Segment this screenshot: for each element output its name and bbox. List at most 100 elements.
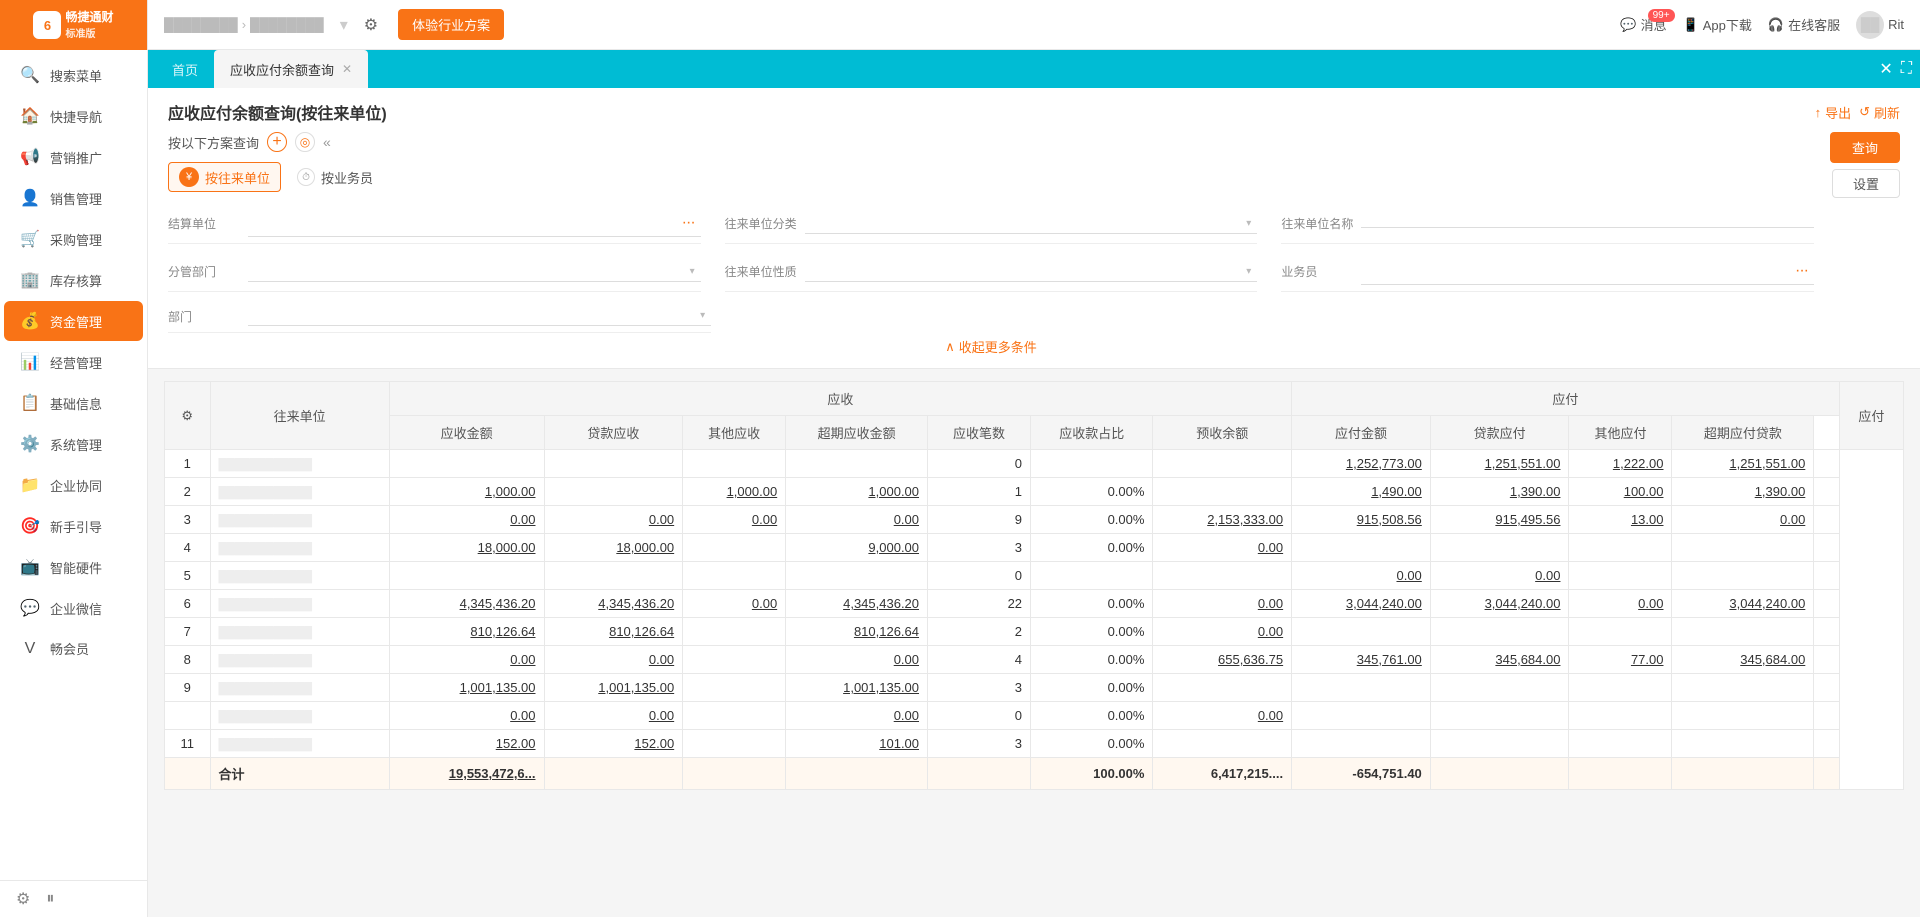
tab-close-all-icon[interactable]: ✕ bbox=[1879, 59, 1892, 79]
sidebar-item-system[interactable]: ⚙️系统管理 bbox=[4, 424, 143, 464]
row-ar_ratio[interactable]: 0.00% bbox=[1031, 618, 1153, 646]
sidebar-item-inventory[interactable]: 🏢库存核算 bbox=[4, 260, 143, 300]
row-ar_ratio[interactable]: 0.00% bbox=[1031, 506, 1153, 534]
row-ar_amount[interactable]: 0.00 bbox=[389, 506, 544, 534]
row-ap_loan[interactable]: 1,390.00 bbox=[1430, 478, 1569, 506]
row-ar_ratio[interactable]: 0.00% bbox=[1031, 646, 1153, 674]
row-ar_loan[interactable]: 18,000.00 bbox=[544, 534, 683, 562]
row-ar_loan[interactable]: 810,126.64 bbox=[544, 618, 683, 646]
sidebar-item-member[interactable]: V畅会员 bbox=[4, 629, 143, 668]
row-ar_overdue[interactable]: 1,001,135.00 bbox=[786, 674, 928, 702]
row-ar_overdue[interactable]: 4,345,436.20 bbox=[786, 590, 928, 618]
collapse-more-button[interactable]: ∧ 收起更多条件 bbox=[168, 333, 1814, 360]
row-ar_loan[interactable]: 0.00 bbox=[544, 646, 683, 674]
sidebar-item-finance[interactable]: 💰资金管理 bbox=[4, 301, 143, 341]
tab-receivable[interactable]: 应收应付余额查询 ✕ bbox=[214, 50, 368, 88]
sidebar-item-operation[interactable]: 📊经营管理 bbox=[4, 342, 143, 382]
row-prepay[interactable]: 2,153,333.00 bbox=[1153, 506, 1292, 534]
filter-input-jiesuan[interactable]: ··· bbox=[248, 210, 701, 237]
row-ar_loan[interactable]: 0.00 bbox=[544, 506, 683, 534]
setting-button[interactable]: 设置 bbox=[1832, 169, 1900, 198]
sidebar-item-quick-nav[interactable]: 🏠快捷导航 bbox=[4, 96, 143, 136]
row-ap_other[interactable]: 0.00 bbox=[1569, 590, 1672, 618]
row-ar_overdue[interactable]: 0.00 bbox=[786, 702, 928, 730]
row-ap_amount[interactable]: 915,508.56 bbox=[1292, 506, 1431, 534]
sidebar-item-wechat[interactable]: 💬企业微信 bbox=[4, 588, 143, 628]
row-prepay[interactable]: 655,636.75 bbox=[1153, 646, 1292, 674]
row-ar_ratio[interactable]: 0.00% bbox=[1031, 534, 1153, 562]
sidebar-item-basic[interactable]: 📋基础信息 bbox=[4, 383, 143, 423]
filter-scheme-button[interactable]: ◎ bbox=[295, 132, 315, 152]
row-ar_count[interactable]: 0 bbox=[928, 450, 1031, 478]
row-ap_other[interactable]: 1,222.00 bbox=[1569, 450, 1672, 478]
summary-ar-amount[interactable]: 19,553,472,6... bbox=[389, 758, 544, 790]
filter-input-dept[interactable]: ▾ bbox=[248, 262, 701, 282]
export-button[interactable]: ↑ 导出 bbox=[1815, 103, 1852, 122]
row-ar_count[interactable]: 9 bbox=[928, 506, 1031, 534]
scheme-by-salesperson[interactable]: ⏱ 按业务员 bbox=[297, 168, 373, 187]
row-ap_overdue[interactable]: 1,390.00 bbox=[1672, 478, 1814, 506]
sidebar-setting-icon[interactable]: ⚙ bbox=[16, 889, 30, 909]
row-ap_amount[interactable]: 1,490.00 bbox=[1292, 478, 1431, 506]
row-ar_amount[interactable]: 152.00 bbox=[389, 730, 544, 758]
sidebar-item-marketing[interactable]: 📢营销推广 bbox=[4, 137, 143, 177]
sidebar-item-hardware[interactable]: 📺智能硬件 bbox=[4, 547, 143, 587]
row-ar_other[interactable]: 0.00 bbox=[683, 590, 786, 618]
row-ar_overdue[interactable]: 0.00 bbox=[786, 646, 928, 674]
row-ar_overdue[interactable]: 810,126.64 bbox=[786, 618, 928, 646]
row-ar_loan[interactable]: 1,001,135.00 bbox=[544, 674, 683, 702]
sidebar-item-guide[interactable]: 🎯新手引导 bbox=[4, 506, 143, 546]
row-ar_loan[interactable]: 4,345,436.20 bbox=[544, 590, 683, 618]
row-ar_ratio[interactable]: 0.00% bbox=[1031, 674, 1153, 702]
row-ar_ratio[interactable]: 0.00% bbox=[1031, 478, 1153, 506]
row-ar_count[interactable]: 1 bbox=[928, 478, 1031, 506]
query-button[interactable]: 查询 bbox=[1830, 132, 1900, 163]
tab-close-icon[interactable]: ✕ bbox=[342, 62, 352, 76]
row-ar_overdue[interactable]: 9,000.00 bbox=[786, 534, 928, 562]
row-ar_overdue[interactable]: 101.00 bbox=[786, 730, 928, 758]
filter-add-button[interactable]: + bbox=[267, 132, 287, 152]
filter-input-unit-cat[interactable]: ▾ bbox=[805, 214, 1258, 234]
row-ar_other[interactable]: 1,000.00 bbox=[683, 478, 786, 506]
th-gear[interactable]: ⚙ bbox=[165, 382, 211, 450]
sidebar-item-corp[interactable]: 📁企业协同 bbox=[4, 465, 143, 505]
user-menu[interactable]: ██ Rit bbox=[1856, 11, 1904, 39]
row-ap_overdue[interactable]: 1,251,551.00 bbox=[1672, 450, 1814, 478]
row-prepay[interactable]: 0.00 bbox=[1153, 702, 1292, 730]
row-ar_amount[interactable]: 810,126.64 bbox=[389, 618, 544, 646]
row-ar_count[interactable]: 3 bbox=[928, 534, 1031, 562]
filter-input-bumen[interactable]: ▾ bbox=[248, 306, 711, 326]
filter-dots-salesperson[interactable]: ··· bbox=[1795, 262, 1808, 280]
row-prepay[interactable]: 0.00 bbox=[1153, 590, 1292, 618]
row-prepay[interactable]: 0.00 bbox=[1153, 534, 1292, 562]
row-ar_ratio[interactable]: 0.00% bbox=[1031, 730, 1153, 758]
row-ap_amount[interactable]: 1,252,773.00 bbox=[1292, 450, 1431, 478]
row-ar_amount[interactable]: 0.00 bbox=[389, 702, 544, 730]
row-ar_loan[interactable]: 0.00 bbox=[544, 702, 683, 730]
row-ar_overdue[interactable]: 1,000.00 bbox=[786, 478, 928, 506]
sidebar-item-purchase[interactable]: 🛒采购管理 bbox=[4, 219, 143, 259]
row-ar_overdue[interactable]: 0.00 bbox=[786, 506, 928, 534]
row-ar_amount[interactable]: 0.00 bbox=[389, 646, 544, 674]
row-ar_count[interactable]: 0 bbox=[928, 702, 1031, 730]
row-ar_count[interactable]: 2 bbox=[928, 618, 1031, 646]
row-ar_amount[interactable]: 1,001,135.00 bbox=[389, 674, 544, 702]
row-ar_amount[interactable]: 4,345,436.20 bbox=[389, 590, 544, 618]
row-ar_count[interactable]: 22 bbox=[928, 590, 1031, 618]
sidebar-item-search-menu[interactable]: 🔍搜索菜单 bbox=[4, 55, 143, 95]
row-ap_amount[interactable]: 0.00 bbox=[1292, 562, 1431, 590]
app-download-button[interactable]: 📱 App下载 bbox=[1683, 15, 1752, 34]
solution-button[interactable]: 体验行业方案 bbox=[398, 9, 504, 40]
row-prepay[interactable]: 0.00 bbox=[1153, 618, 1292, 646]
scheme-by-unit[interactable]: ¥ 按往来单位 bbox=[168, 162, 281, 192]
row-ap_overdue[interactable]: 3,044,240.00 bbox=[1672, 590, 1814, 618]
sidebar-item-sales[interactable]: 👤销售管理 bbox=[4, 178, 143, 218]
row-ar_ratio[interactable]: 0.00% bbox=[1031, 702, 1153, 730]
sidebar-collapse-icon[interactable]: ⏸ bbox=[46, 890, 54, 908]
filter-input-unit-name[interactable] bbox=[1361, 219, 1814, 228]
refresh-button[interactable]: ↺ 刷新 bbox=[1859, 103, 1900, 122]
tab-home[interactable]: 首页 bbox=[156, 50, 214, 88]
row-ap_loan[interactable]: 0.00 bbox=[1430, 562, 1569, 590]
row-ar_count[interactable]: 4 bbox=[928, 646, 1031, 674]
row-ap_loan[interactable]: 3,044,240.00 bbox=[1430, 590, 1569, 618]
